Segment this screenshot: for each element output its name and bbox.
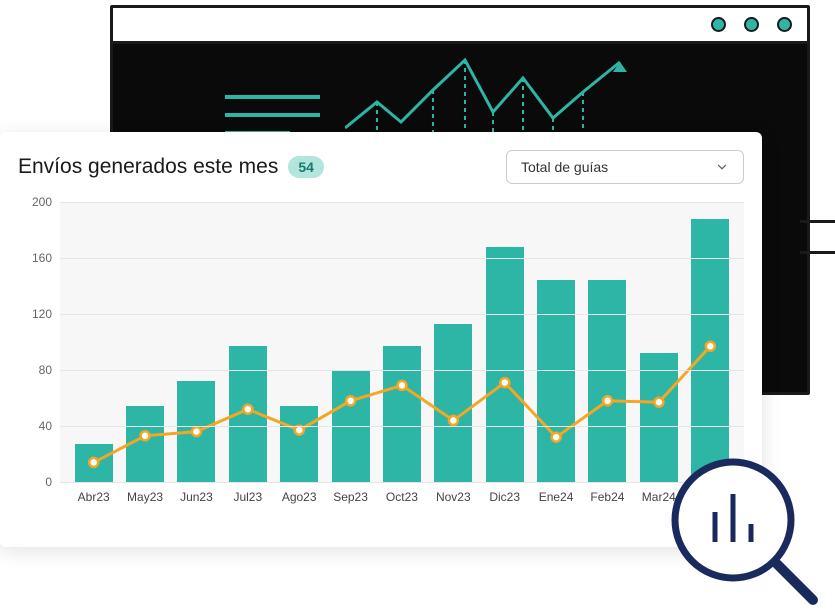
window-dot-icon [711, 17, 726, 32]
y-tick-label: 120 [32, 307, 52, 321]
chart-bar [434, 324, 472, 482]
y-tick-label: 40 [39, 419, 52, 433]
y-tick-label: 200 [32, 195, 52, 209]
y-tick-label: 160 [32, 251, 52, 265]
chevron-down-icon [715, 160, 729, 174]
x-tick-label: Jun23 [177, 490, 215, 504]
chart-area: 04080120160200 Abr23May23Jun23Jul23Ago23… [18, 202, 744, 527]
card-header: Envíos generados este mes 54 Total de gu… [18, 150, 744, 184]
chart-bar [383, 346, 421, 482]
x-tick-label: Ago23 [280, 490, 318, 504]
chart-bar [177, 381, 215, 482]
metric-dropdown[interactable]: Total de guías [506, 150, 744, 184]
chart-bar [486, 247, 524, 482]
chart-bar [229, 346, 267, 482]
chart-bar [75, 444, 113, 482]
x-tick-label: Abr23 [75, 490, 113, 504]
x-tick-label: Dic23 [486, 490, 524, 504]
window-dot-icon [744, 17, 759, 32]
chart-bar [280, 406, 318, 482]
y-axis: 04080120160200 [18, 202, 60, 482]
x-tick-label: Sep23 [332, 490, 370, 504]
dropdown-label: Total de guías [521, 159, 608, 175]
magnifier-chart-icon [665, 452, 820, 607]
x-axis: Abr23 May23 Jun23 Jul23 Ago23 Sep23 Oct23 Nov23… [60, 482, 744, 504]
card-title: Envíos generados este mes [18, 155, 278, 179]
browser-titlebar [113, 8, 807, 44]
x-tick-label: Nov23 [434, 490, 472, 504]
chart-bar [588, 280, 626, 482]
x-tick-label: Feb24 [588, 490, 626, 504]
x-tick-label: Jul23 [229, 490, 267, 504]
count-badge: 54 [288, 156, 324, 178]
x-tick-label: Ene24 [537, 490, 575, 504]
chart-bar [126, 406, 164, 482]
chart-bar [537, 280, 575, 482]
y-tick-label: 0 [45, 475, 52, 489]
x-tick-label: Oct23 [383, 490, 421, 504]
y-tick-label: 80 [39, 363, 52, 377]
decorative-bars [800, 220, 835, 282]
sparkline-chart-icon [345, 50, 635, 140]
x-tick-label: May23 [126, 490, 164, 504]
chart-plot [60, 202, 744, 482]
window-dot-icon [777, 17, 792, 32]
chart-card: Envíos generados este mes 54 Total de gu… [0, 132, 762, 547]
